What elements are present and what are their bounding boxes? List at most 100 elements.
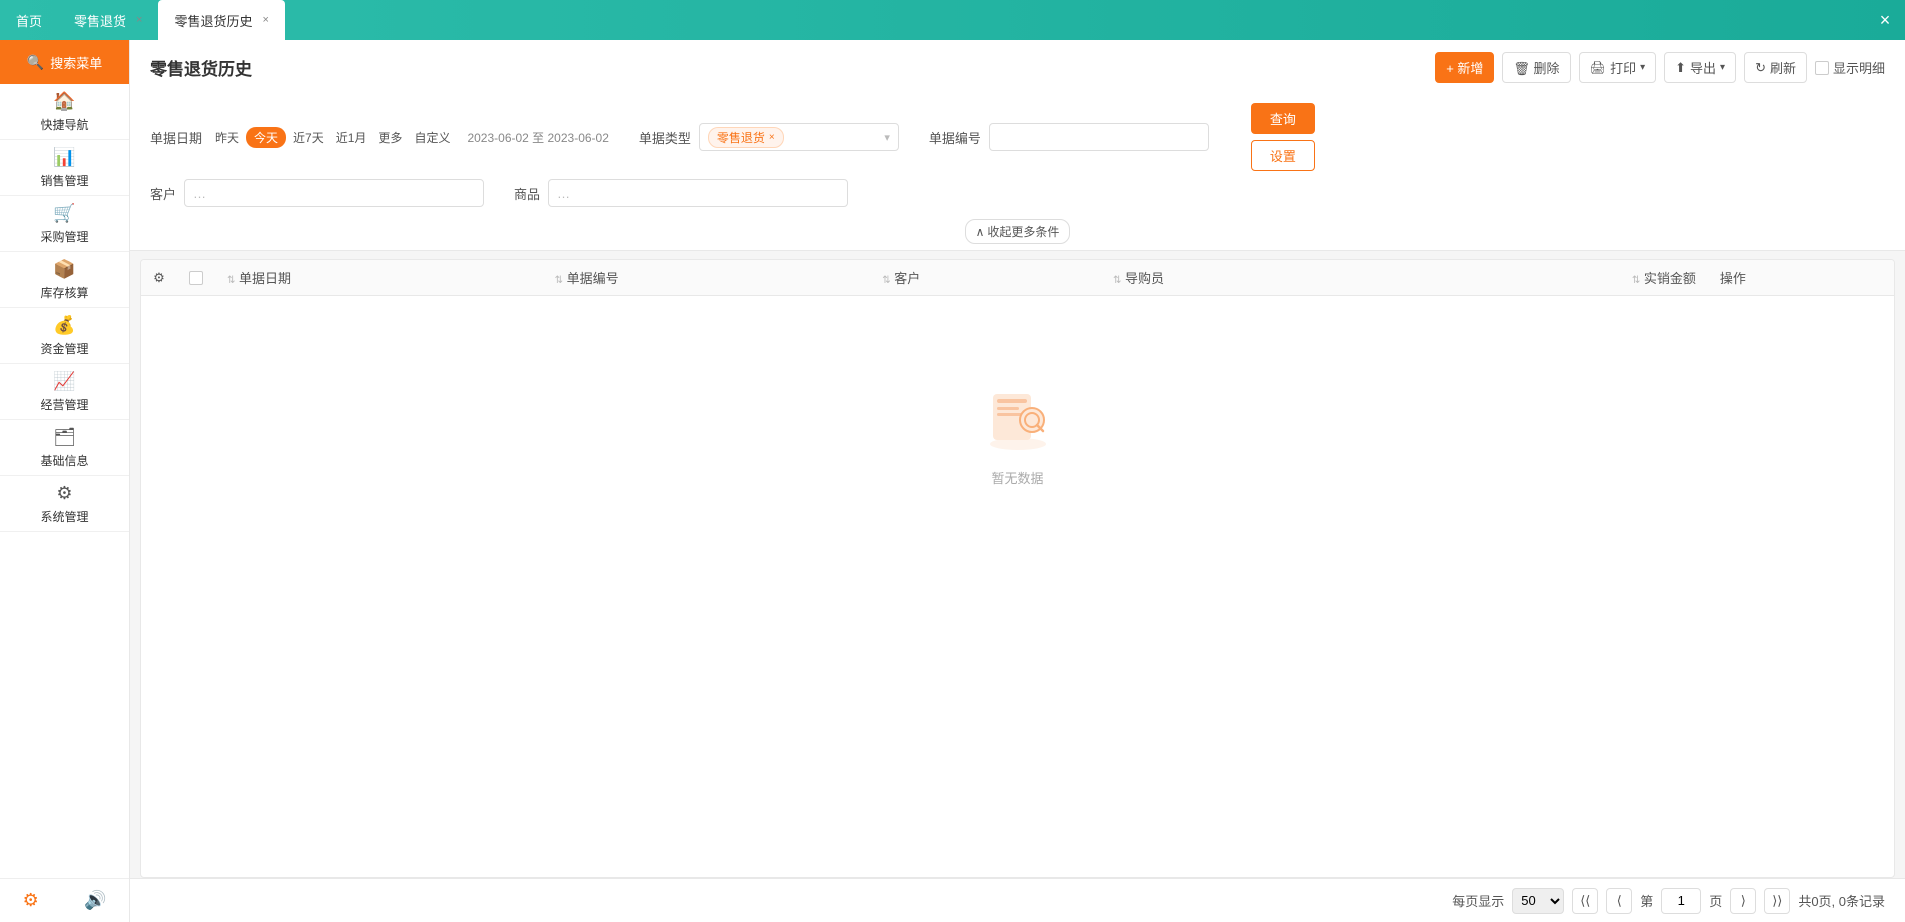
sales-icon: 📊 (53, 147, 75, 168)
th-settings[interactable]: ⚙ (141, 260, 177, 296)
audio-bottom-icon[interactable]: 🔊 (84, 890, 106, 911)
last-page-button[interactable]: ⟩⟩ (1764, 888, 1790, 914)
close-history-tab[interactable]: × (262, 14, 268, 26)
goods-filter-group: 商品 … (514, 179, 848, 207)
type-select[interactable]: 零售退货 × ▾ (699, 123, 899, 151)
date-opt-7days[interactable]: 近7天 (288, 127, 329, 148)
type-tags: 零售退货 × (708, 127, 784, 148)
main-layout: 🔍 搜索菜单 🏠 快捷导航 📊 销售管理 🛒 采购管理 📦 库存核算 💰 资金管… (0, 40, 1905, 922)
sidebar-bottom: ⚙ 🔊 (0, 878, 129, 922)
table-body: 暂无数据 (141, 296, 1894, 568)
content-area: 零售退货历史 + 新增 🗑 删除 🖨 🖨 打印 打印 ▾ ⬆ 导出 ▾ (130, 40, 1905, 922)
top-bar: 首页 零售退货 × 零售退货历史 × × (0, 0, 1905, 40)
sort-arrows-guide[interactable]: ⇅ (1113, 275, 1121, 286)
settings-bottom-icon[interactable]: ⚙ (23, 890, 39, 911)
filter-row-1: 单据日期 昨天 今天 近7天 近1月 更多 自定义 2023-06-02 至 2… (150, 103, 1885, 171)
refresh-button[interactable]: ↻ 刷新 (1744, 52, 1807, 83)
set-button[interactable]: 设置 (1251, 140, 1315, 171)
inventory-icon: 📦 (53, 259, 75, 280)
customer-select[interactable]: … (184, 179, 484, 207)
first-page-button[interactable]: ⟨⟨ (1572, 888, 1598, 914)
page-number-input[interactable] (1661, 888, 1701, 914)
sidebar-search[interactable]: 🔍 搜索菜单 (0, 40, 129, 84)
add-button[interactable]: + 新增 (1435, 52, 1494, 83)
date-opt-more[interactable]: 更多 (373, 127, 407, 148)
page-unit: 页 (1709, 891, 1722, 910)
select-all-checkbox[interactable] (189, 271, 203, 285)
sidebar-item-inventory[interactable]: 📦 库存核算 (0, 252, 129, 308)
th-number: ⇅ 单据编号 (543, 260, 871, 296)
total-info: 共0页, 0条记录 (1798, 891, 1885, 910)
home-icon: 🏠 (53, 91, 75, 112)
sidebar-item-sales[interactable]: 📊 销售管理 (0, 140, 129, 196)
type-filter-group: 单据类型 零售退货 × ▾ (639, 123, 899, 151)
query-set-buttons: 查询 设置 (1251, 103, 1315, 171)
close-retail-return-tab[interactable]: × (136, 14, 142, 26)
date-opt-custom[interactable]: 自定义 (409, 127, 455, 148)
sort-arrows-amount[interactable]: ⇅ (1632, 275, 1640, 286)
table-gear-icon[interactable]: ⚙ (153, 270, 165, 285)
tab-retail-return-history[interactable]: 零售退货历史 × (158, 0, 284, 40)
customer-filter-group: 客户 … (150, 179, 484, 207)
page-label: 第 (1640, 891, 1653, 910)
page-title-row: 零售退货历史 + 新增 🗑 删除 🖨 🖨 打印 打印 ▾ ⬆ 导出 ▾ (150, 52, 1885, 83)
empty-text: 暂无数据 (991, 468, 1043, 487)
page-size-label: 每页显示 (1452, 891, 1504, 910)
base-info-icon: 🗂 (53, 427, 76, 448)
page-title: 零售退货历史 (150, 55, 252, 80)
date-range-display: 2023-06-02 至 2023-06-02 (467, 129, 608, 146)
sidebar-item-purchase[interactable]: 🛒 采购管理 (0, 196, 129, 252)
type-tag-close[interactable]: × (769, 132, 775, 143)
print-button[interactable]: 🖨 🖨 打印 打印 ▾ (1579, 52, 1657, 83)
next-page-button[interactable]: ⟩ (1730, 888, 1756, 914)
collapse-button[interactable]: ∧ 收起更多条件 (965, 219, 1071, 244)
window-close-button[interactable]: × (1865, 0, 1905, 40)
export-button[interactable]: ⬆ 导出 ▾ (1664, 52, 1736, 83)
print-icon: 🖨 (1590, 60, 1607, 76)
delete-button[interactable]: 🗑 删除 (1502, 52, 1570, 83)
collapse-row: ∧ 收起更多条件 (150, 215, 1885, 250)
table-wrap: ⚙ ⇅ 单据日期 ⇅ 单据编号 (140, 259, 1895, 878)
tab-retail-return[interactable]: 零售退货 × (58, 0, 158, 40)
print-chevron-icon: ▾ (1640, 62, 1645, 73)
pagination-bar: 每页显示 10 20 50 100 ⟨⟨ ⟨ 第 页 ⟩ ⟩⟩ 共0页, 0条记… (130, 878, 1905, 922)
sort-arrows-number[interactable]: ⇅ (555, 275, 563, 286)
number-input[interactable] (989, 123, 1209, 151)
data-table: ⚙ ⇅ 单据日期 ⇅ 单据编号 (141, 260, 1894, 567)
sort-arrows-customer[interactable]: ⇅ (882, 275, 890, 286)
sidebar-item-finance[interactable]: 💰 资金管理 (0, 308, 129, 364)
date-opt-today[interactable]: 今天 (246, 127, 286, 148)
page-header: 零售退货历史 + 新增 🗑 删除 🖨 🖨 打印 打印 ▾ ⬆ 导出 ▾ (130, 40, 1905, 251)
export-icon: ⬆ (1675, 60, 1686, 76)
page-size-select[interactable]: 10 20 50 100 (1512, 888, 1564, 914)
show-detail-checkbox[interactable] (1815, 61, 1829, 75)
goods-select[interactable]: … (548, 179, 848, 207)
date-opt-yesterday[interactable]: 昨天 (210, 127, 244, 148)
th-checkbox[interactable] (177, 260, 215, 296)
sort-arrows-date[interactable]: ⇅ (227, 275, 235, 286)
empty-illustration (978, 376, 1058, 456)
export-chevron-icon: ▾ (1720, 62, 1725, 73)
th-amount: ⇅ 实销金额 (1380, 260, 1708, 296)
date-opt-1month[interactable]: 近1月 (331, 127, 372, 148)
table-header-row: ⚙ ⇅ 单据日期 ⇅ 单据编号 (141, 260, 1894, 296)
prev-page-button[interactable]: ⟨ (1606, 888, 1632, 914)
business-icon: 📈 (53, 371, 75, 392)
empty-state: 暂无数据 (141, 296, 1894, 567)
th-guide: ⇅ 导购员 (1101, 260, 1380, 296)
filter-row-2: 客户 … 商品 … (150, 179, 1885, 207)
type-tag-retail-return: 零售退货 × (708, 127, 784, 148)
sidebar-item-system[interactable]: ⚙ 系统管理 (0, 476, 129, 532)
purchase-icon: 🛒 (53, 203, 75, 224)
tab-home[interactable]: 首页 (0, 0, 58, 40)
collapse-icon: ∧ (976, 225, 985, 239)
sidebar-item-business[interactable]: 📈 经营管理 (0, 364, 129, 420)
toolbar: + 新增 🗑 删除 🖨 🖨 打印 打印 ▾ ⬆ 导出 ▾ ↻ (1435, 52, 1885, 83)
th-customer: ⇅ 客户 (870, 260, 1101, 296)
sidebar-item-shortcut[interactable]: 🏠 快捷导航 (0, 84, 129, 140)
sidebar-item-base-info[interactable]: 🗂 基础信息 (0, 420, 129, 476)
system-icon: ⚙ (56, 483, 72, 504)
query-button[interactable]: 查询 (1251, 103, 1315, 134)
date-filter-group: 单据日期 昨天 今天 近7天 近1月 更多 自定义 2023-06-02 至 2… (150, 127, 609, 148)
sidebar: 🔍 搜索菜单 🏠 快捷导航 📊 销售管理 🛒 采购管理 📦 库存核算 💰 资金管… (0, 40, 130, 922)
